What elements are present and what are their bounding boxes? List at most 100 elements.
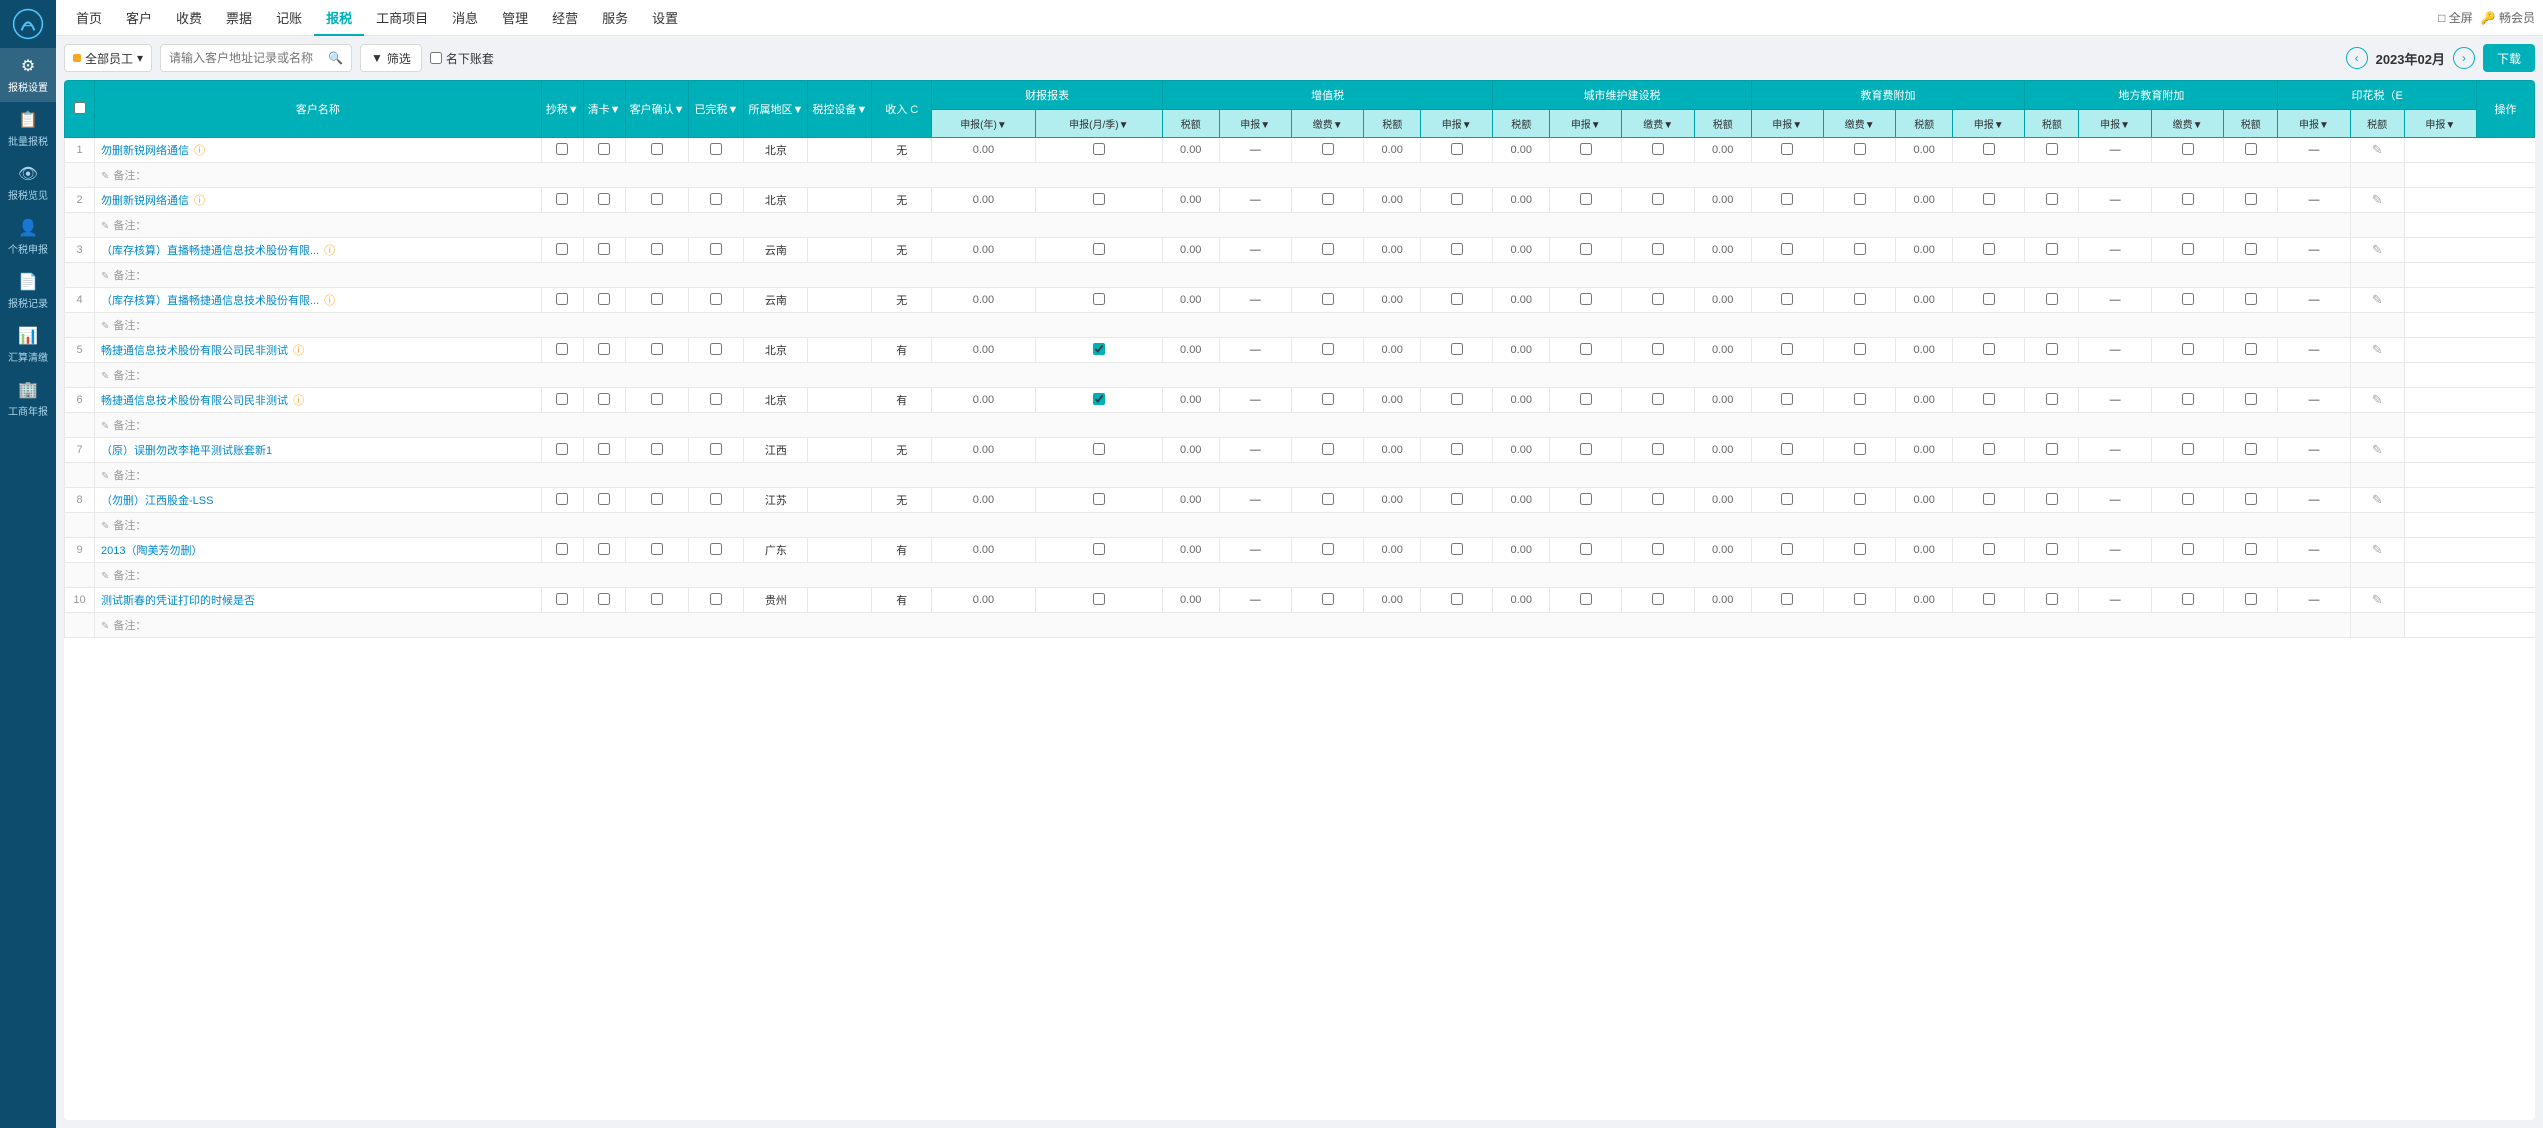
nav-tax[interactable]: 报税	[314, 0, 364, 36]
paid-checkbox[interactable]	[710, 243, 722, 255]
edit-icon[interactable]: ✎	[2372, 142, 2383, 157]
pencil-icon: ✎	[101, 471, 109, 482]
nav-accounting[interactable]: 记账	[264, 0, 314, 36]
paid-checkbox[interactable]	[710, 493, 722, 505]
sidebar-item-personal-tax[interactable]: 👤 个税申报	[0, 210, 56, 264]
confirm-checkbox[interactable]	[651, 393, 663, 405]
clear-card-checkbox[interactable]	[598, 443, 610, 455]
vip-btn[interactable]: 🔑 畅会员	[2481, 9, 2535, 26]
clear-card-checkbox[interactable]	[598, 343, 610, 355]
account-checkbox[interactable]	[430, 52, 442, 64]
paid-checkbox[interactable]	[710, 193, 722, 205]
edit-icon[interactable]: ✎	[2372, 492, 2383, 507]
confirm-checkbox[interactable]	[651, 593, 663, 605]
client-name-cell: （库存核算）直播畅捷通信息技术股份有限... ⓘ	[95, 238, 542, 263]
paid-checkbox[interactable]	[710, 443, 722, 455]
edit-icon[interactable]: ✎	[2372, 342, 2383, 357]
paid-checkbox[interactable]	[710, 343, 722, 355]
copy-tax-checkbox[interactable]	[556, 393, 568, 405]
remark-cell: ✎备注：	[95, 563, 2351, 588]
confirm-cell	[625, 188, 689, 213]
sidebar-item-batch-tax[interactable]: 📋 批量报税	[0, 102, 56, 156]
account-checkbox-label[interactable]: 名下账套	[430, 50, 494, 67]
paid-checkbox[interactable]	[710, 293, 722, 305]
edit-icon[interactable]: ✎	[2372, 442, 2383, 457]
edit-icon[interactable]: ✎	[2372, 392, 2383, 407]
edit-icon[interactable]: ✎	[2372, 242, 2383, 257]
nav-settings[interactable]: 设置	[640, 0, 690, 36]
confirm-checkbox[interactable]	[651, 193, 663, 205]
th-stamp-declare: 税额	[2350, 110, 2404, 138]
warning-icon: ⓘ	[324, 295, 335, 307]
confirm-checkbox[interactable]	[651, 243, 663, 255]
confirm-checkbox[interactable]	[651, 543, 663, 555]
copy-tax-checkbox[interactable]	[556, 143, 568, 155]
th-clear-card: 清卡▼	[583, 81, 625, 138]
sidebar-item-annual-settlement[interactable]: 📊 汇算清缴	[0, 318, 56, 372]
nav-home[interactable]: 首页	[64, 0, 114, 36]
copy-tax-checkbox[interactable]	[556, 443, 568, 455]
nav-billing[interactable]: 收费	[164, 0, 214, 36]
search-input[interactable]	[169, 51, 324, 65]
th-operation: 操作	[2477, 81, 2535, 138]
edit-icon[interactable]: ✎	[2372, 542, 2383, 557]
th-copy-tax: 抄税▼	[541, 81, 583, 138]
clear-card-checkbox[interactable]	[598, 493, 610, 505]
download-button[interactable]: 下载	[2483, 44, 2535, 72]
confirm-checkbox[interactable]	[651, 343, 663, 355]
nav-business[interactable]: 工商项目	[364, 0, 440, 36]
paid-cell	[689, 338, 744, 363]
client-name-cell: 畅捷通信息技术股份有限公司民非测试 ⓘ	[95, 338, 542, 363]
sidebar-item-tax-view[interactable]: 👁 报税览见	[0, 156, 56, 210]
edit-icon[interactable]: ✎	[2372, 292, 2383, 307]
edit-icon[interactable]: ✎	[2372, 592, 2383, 607]
clear-card-checkbox[interactable]	[598, 293, 610, 305]
filter-button[interactable]: ▼ 筛选	[360, 44, 422, 72]
paid-checkbox[interactable]	[710, 543, 722, 555]
copy-tax-checkbox[interactable]	[556, 493, 568, 505]
confirm-checkbox[interactable]	[651, 493, 663, 505]
copy-tax-checkbox[interactable]	[556, 593, 568, 605]
copy-tax-checkbox[interactable]	[556, 543, 568, 555]
nav-message[interactable]: 消息	[440, 0, 490, 36]
copy-tax-checkbox[interactable]	[556, 293, 568, 305]
clear-card-checkbox[interactable]	[598, 593, 610, 605]
paid-checkbox[interactable]	[710, 593, 722, 605]
clear-card-checkbox[interactable]	[598, 143, 610, 155]
copy-tax-checkbox[interactable]	[556, 343, 568, 355]
value-cell: 0.00	[932, 538, 1035, 563]
select-all-checkbox[interactable]	[74, 102, 86, 114]
sidebar-item-tax-records[interactable]: 📄 报税记录	[0, 264, 56, 318]
nav-invoice[interactable]: 票据	[214, 0, 264, 36]
copy-tax-checkbox[interactable]	[556, 243, 568, 255]
copy-tax-checkbox[interactable]	[556, 193, 568, 205]
clear-card-checkbox[interactable]	[598, 543, 610, 555]
fin-month-cell	[1035, 288, 1162, 313]
nav-service[interactable]: 服务	[590, 0, 640, 36]
remark-cell: ✎备注：	[95, 513, 2351, 538]
edit-icon[interactable]: ✎	[2372, 192, 2383, 207]
sidebar-item-annual-report[interactable]: 🏢 工商年报	[0, 372, 56, 426]
clear-card-checkbox[interactable]	[598, 193, 610, 205]
clear-card-checkbox[interactable]	[598, 243, 610, 255]
prev-month-button[interactable]: ‹	[2346, 47, 2368, 69]
confirm-checkbox[interactable]	[651, 293, 663, 305]
th-region: 所属地区▼	[744, 81, 808, 138]
paid-checkbox[interactable]	[710, 393, 722, 405]
confirm-checkbox[interactable]	[651, 143, 663, 155]
income-cell: 有	[872, 338, 932, 363]
nav-customer[interactable]: 客户	[114, 0, 164, 36]
nav-operation[interactable]: 经营	[540, 0, 590, 36]
clear-card-checkbox[interactable]	[598, 393, 610, 405]
table-row: 6 畅捷通信息技术股份有限公司民非测试 ⓘ 北京 有 0.00 0.00 — 0…	[65, 388, 2535, 413]
fullscreen-btn[interactable]: □ 全屏	[2438, 9, 2473, 26]
paid-checkbox[interactable]	[710, 143, 722, 155]
remark-row: ✎备注：	[65, 163, 2535, 188]
employee-filter-select[interactable]: 全部员工 ▾	[64, 44, 152, 72]
nav-management[interactable]: 管理	[490, 0, 540, 36]
clear-card-cell	[583, 488, 625, 513]
confirm-checkbox[interactable]	[651, 443, 663, 455]
next-month-button[interactable]: ›	[2453, 47, 2475, 69]
sidebar-item-tax-settings[interactable]: ⚙ 报税设置	[0, 48, 56, 102]
remark-row: ✎备注：	[65, 563, 2535, 588]
